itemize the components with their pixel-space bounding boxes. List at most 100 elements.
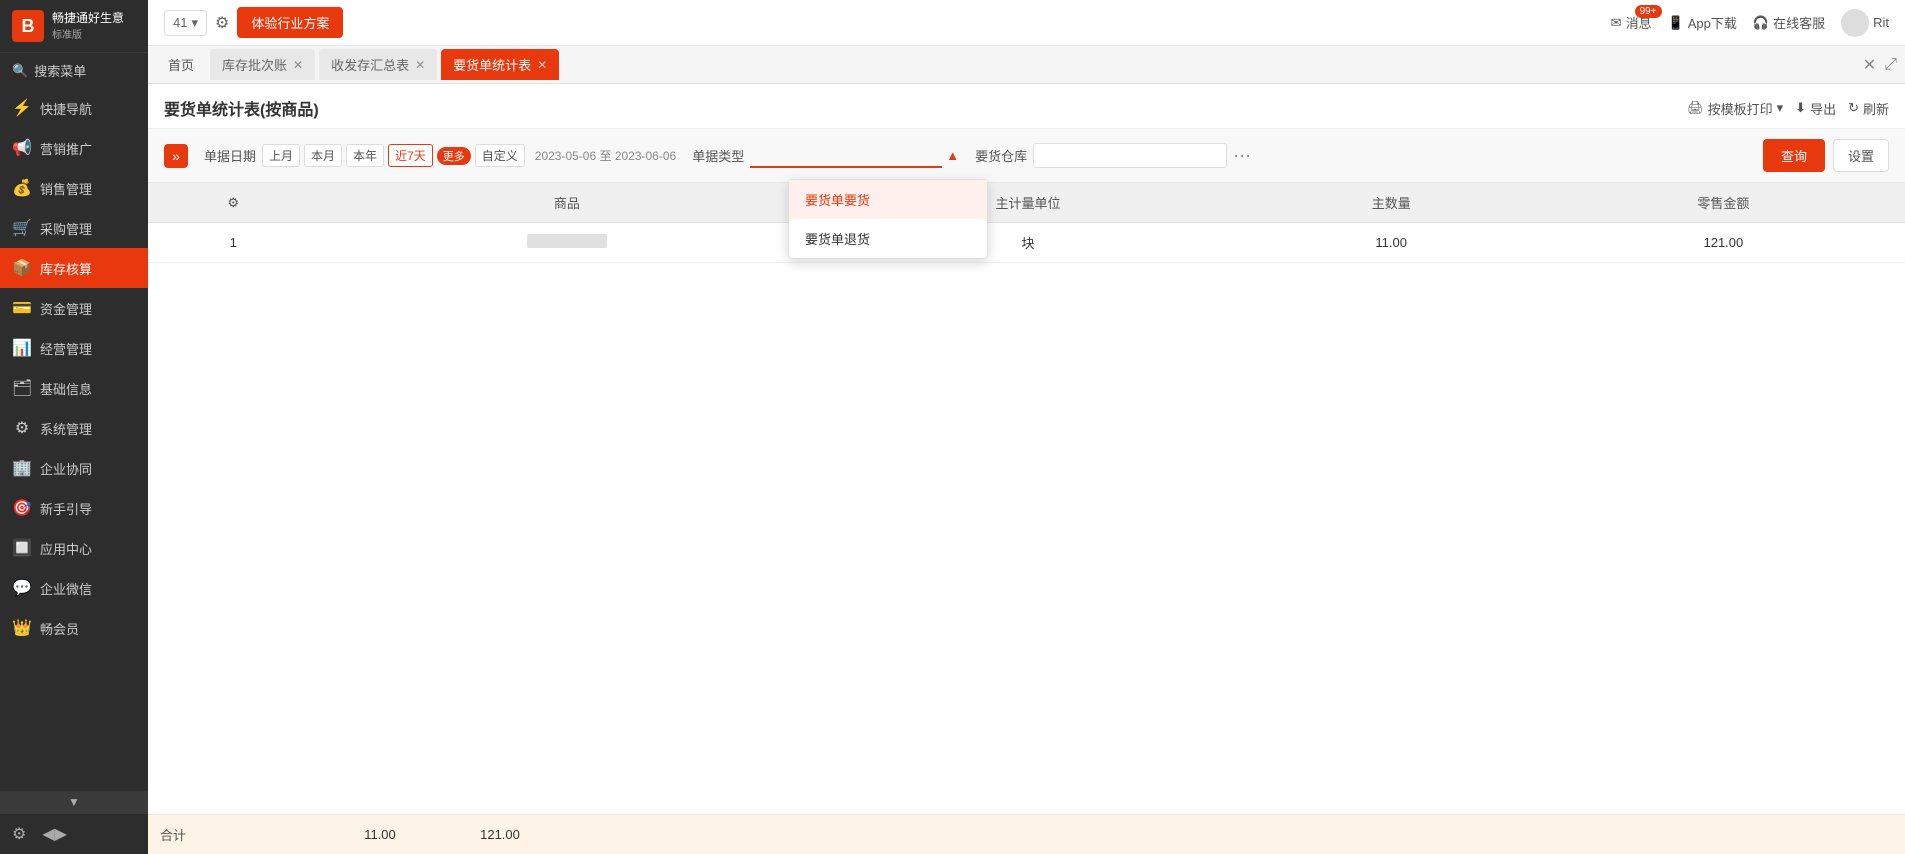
filter-toggle-btn[interactable]: » — [164, 144, 188, 168]
warehouse-more-icon[interactable]: ··· — [1233, 145, 1251, 166]
sidebar-item-marketing[interactable]: 📢 营销推广 — [0, 128, 148, 168]
table-body: 1 块 11.00 121.00 — [148, 223, 1905, 263]
sidebar-item-label-purchase: 采购管理 — [40, 219, 92, 238]
sidebar: B 畅捷通好生意 标准版 🔍 搜索菜单 ⚡ 快捷导航 📢 营销推广 💰 销售管理… — [0, 0, 148, 854]
warehouse-input[interactable] — [1033, 143, 1227, 168]
tab-order-summary[interactable]: 要货单统计表✕ — [441, 49, 559, 80]
footer-label: 合计 — [160, 825, 220, 844]
sidebar-item-label-app-center: 应用中心 — [40, 539, 92, 558]
page-content: 要货单统计表(按商品) 🖨 按模板打印 ▾ ⬇ 导出 ↻ 刷新 » — [148, 84, 1905, 854]
logo-icon: B — [12, 10, 44, 42]
sidebar-item-label-inventory: 库存核算 — [40, 259, 92, 278]
this-year-btn[interactable]: 本年 — [346, 144, 384, 167]
online-service-label: 在线客服 — [1773, 13, 1825, 32]
doc-type-chevron-icon[interactable]: ▲ — [946, 148, 959, 163]
operations-icon: 📊 — [12, 338, 32, 358]
print-btn[interactable]: 🖨 按模板打印 ▾ — [1687, 99, 1783, 118]
sidebar-item-label-sales: 销售管理 — [40, 179, 92, 198]
trial-btn[interactable]: 体验行业方案 — [237, 7, 343, 38]
expand-icon[interactable]: ⤢ — [1884, 56, 1897, 74]
app-download-btn[interactable]: 📱 App下载 — [1668, 13, 1737, 32]
table-container: ⚙商品主计量单位主数量零售金额 1 块 11.00 121.00 — [148, 183, 1905, 814]
date-label: 单据日期 — [204, 146, 256, 165]
search-menu[interactable]: 🔍 搜索菜单 — [0, 53, 148, 88]
topbar-gear-icon[interactable]: ⚙ — [215, 13, 229, 33]
settings-btn[interactable]: 设置 — [1833, 139, 1889, 172]
messages-btn[interactable]: ✉ 消息 99+ — [1611, 13, 1652, 32]
tab-collect-summary[interactable]: 收发存汇总表 ✕ — [319, 49, 437, 80]
member-icon: 👑 — [12, 618, 32, 638]
sidebar-item-sales[interactable]: 💰 销售管理 — [0, 168, 148, 208]
purchase-icon: 🛒 — [12, 218, 32, 238]
topbar: 41 ▾ ⚙ 体验行业方案 ✉ 消息 99+ 📱 App下载 🎧 在线客服 R — [148, 0, 1905, 46]
tab-close-collect-summary[interactable]: ✕ — [415, 58, 425, 72]
message-icon: ✉ — [1611, 15, 1622, 31]
tab-label-home: 首页 — [168, 55, 194, 74]
sidebar-item-member[interactable]: 👑 畅会员 — [0, 608, 148, 648]
footer-amount: 121.00 — [460, 827, 540, 842]
filter-bar: » 单据日期 上月 本月 本年 近7天 更多 自定义 2023-05-06 至 … — [148, 129, 1905, 183]
tab-close-order-summary[interactable]: ✕ — [537, 58, 547, 72]
export-btn[interactable]: ⬇ 导出 — [1795, 99, 1836, 118]
company-value: 41 — [173, 15, 187, 30]
settings-icon[interactable]: ⚙ — [12, 824, 26, 844]
sidebar-item-app-center[interactable]: 🔲 应用中心 — [0, 528, 148, 568]
sidebar-item-system[interactable]: ⚙ 系统管理 — [0, 408, 148, 448]
app-name: 畅捷通好生意 — [52, 11, 124, 27]
dropdown-item-return-order[interactable]: 要货单退货 — [789, 219, 987, 258]
refresh-icon: ↻ — [1848, 100, 1859, 116]
query-btn[interactable]: 查询 — [1763, 139, 1825, 172]
tabs-actions: ✕ ⤢ — [1863, 55, 1897, 75]
enterprise-icon: 🏢 — [12, 458, 32, 478]
export-icon: ⬇ — [1795, 100, 1806, 116]
more-date-badge[interactable]: 更多 — [437, 147, 471, 165]
date-filter-group: 单据日期 上月 本月 本年 近7天 更多 自定义 2023-05-06 至 20… — [204, 144, 676, 167]
page-title: 要货单统计表(按商品) — [164, 96, 319, 120]
close-tab-icon[interactable]: ✕ — [1863, 55, 1876, 75]
main-content: 41 ▾ ⚙ 体验行业方案 ✉ 消息 99+ 📱 App下载 🎧 在线客服 R — [148, 0, 1905, 854]
tab-close-batch-ledger[interactable]: ✕ — [293, 58, 303, 72]
col-settings[interactable]: ⚙ — [148, 183, 318, 223]
doc-type-dropdown: 要货单要货要货单退货 — [788, 179, 988, 259]
sidebar-item-quick-nav[interactable]: ⚡ 快捷导航 — [0, 88, 148, 128]
tab-home[interactable]: 首页 — [156, 49, 206, 80]
tab-label-collect-summary: 收发存汇总表 — [331, 55, 409, 74]
warehouse-label: 要货仓库 — [975, 146, 1027, 165]
tab-label-batch-ledger: 库存批次账 — [222, 55, 287, 74]
sidebar-item-label-guide: 新手引导 — [40, 499, 92, 518]
sidebar-item-purchase[interactable]: 🛒 采购管理 — [0, 208, 148, 248]
row-index-0: 1 — [148, 223, 318, 263]
row-quantity-0: 11.00 — [1241, 223, 1542, 263]
warehouse-filter-group: 要货仓库 ··· — [975, 143, 1251, 168]
col-quantity: 主数量 — [1241, 183, 1542, 223]
collapse-icon[interactable]: ◀▶ — [42, 824, 67, 844]
sidebar-item-label-quick-nav: 快捷导航 — [40, 99, 92, 118]
sidebar-item-finance[interactable]: 💳 资金管理 — [0, 288, 148, 328]
last7days-btn[interactable]: 近7天 — [388, 144, 433, 167]
table-header-row: ⚙商品主计量单位主数量零售金额 — [148, 183, 1905, 223]
page-header: 要货单统计表(按商品) 🖨 按模板打印 ▾ ⬇ 导出 ↻ 刷新 — [148, 84, 1905, 129]
last-month-btn[interactable]: 上月 — [262, 144, 300, 167]
tab-batch-ledger[interactable]: 库存批次账 ✕ — [210, 49, 315, 80]
sidebar-item-operations[interactable]: 📊 经营管理 — [0, 328, 148, 368]
sidebar-bottom: ⚙ ◀▶ — [0, 813, 148, 854]
footer-quantity: 11.00 — [340, 827, 420, 842]
sidebar-item-basic-info[interactable]: 🗂 基础信息 — [0, 368, 148, 408]
sidebar-scroll-down[interactable]: ▼ — [0, 791, 148, 813]
date-shortcuts: 上月 本月 本年 近7天 更多 自定义 — [262, 144, 525, 167]
col-amount: 零售金额 — [1542, 183, 1905, 223]
sidebar-item-enterprise[interactable]: 🏢 企业协同 — [0, 448, 148, 488]
refresh-btn[interactable]: ↻ 刷新 — [1848, 99, 1889, 118]
this-month-btn[interactable]: 本月 — [304, 144, 342, 167]
basic-info-icon: 🗂 — [12, 378, 32, 398]
header-actions: 🖨 按模板打印 ▾ ⬇ 导出 ↻ 刷新 — [1687, 99, 1889, 118]
company-selector[interactable]: 41 ▾ — [164, 10, 207, 36]
custom-date-btn[interactable]: 自定义 — [475, 144, 525, 167]
doc-type-input[interactable] — [750, 143, 942, 168]
sidebar-item-guide[interactable]: 🎯 新手引导 — [0, 488, 148, 528]
sidebar-item-wechat[interactable]: 💬 企业微信 — [0, 568, 148, 608]
user-avatar-btn[interactable]: Rit — [1841, 9, 1889, 37]
online-service-btn[interactable]: 🎧 在线客服 — [1753, 13, 1825, 32]
sidebar-item-inventory[interactable]: 📦 库存核算 — [0, 248, 148, 288]
dropdown-item-purchase-order[interactable]: 要货单要货 — [789, 180, 987, 219]
